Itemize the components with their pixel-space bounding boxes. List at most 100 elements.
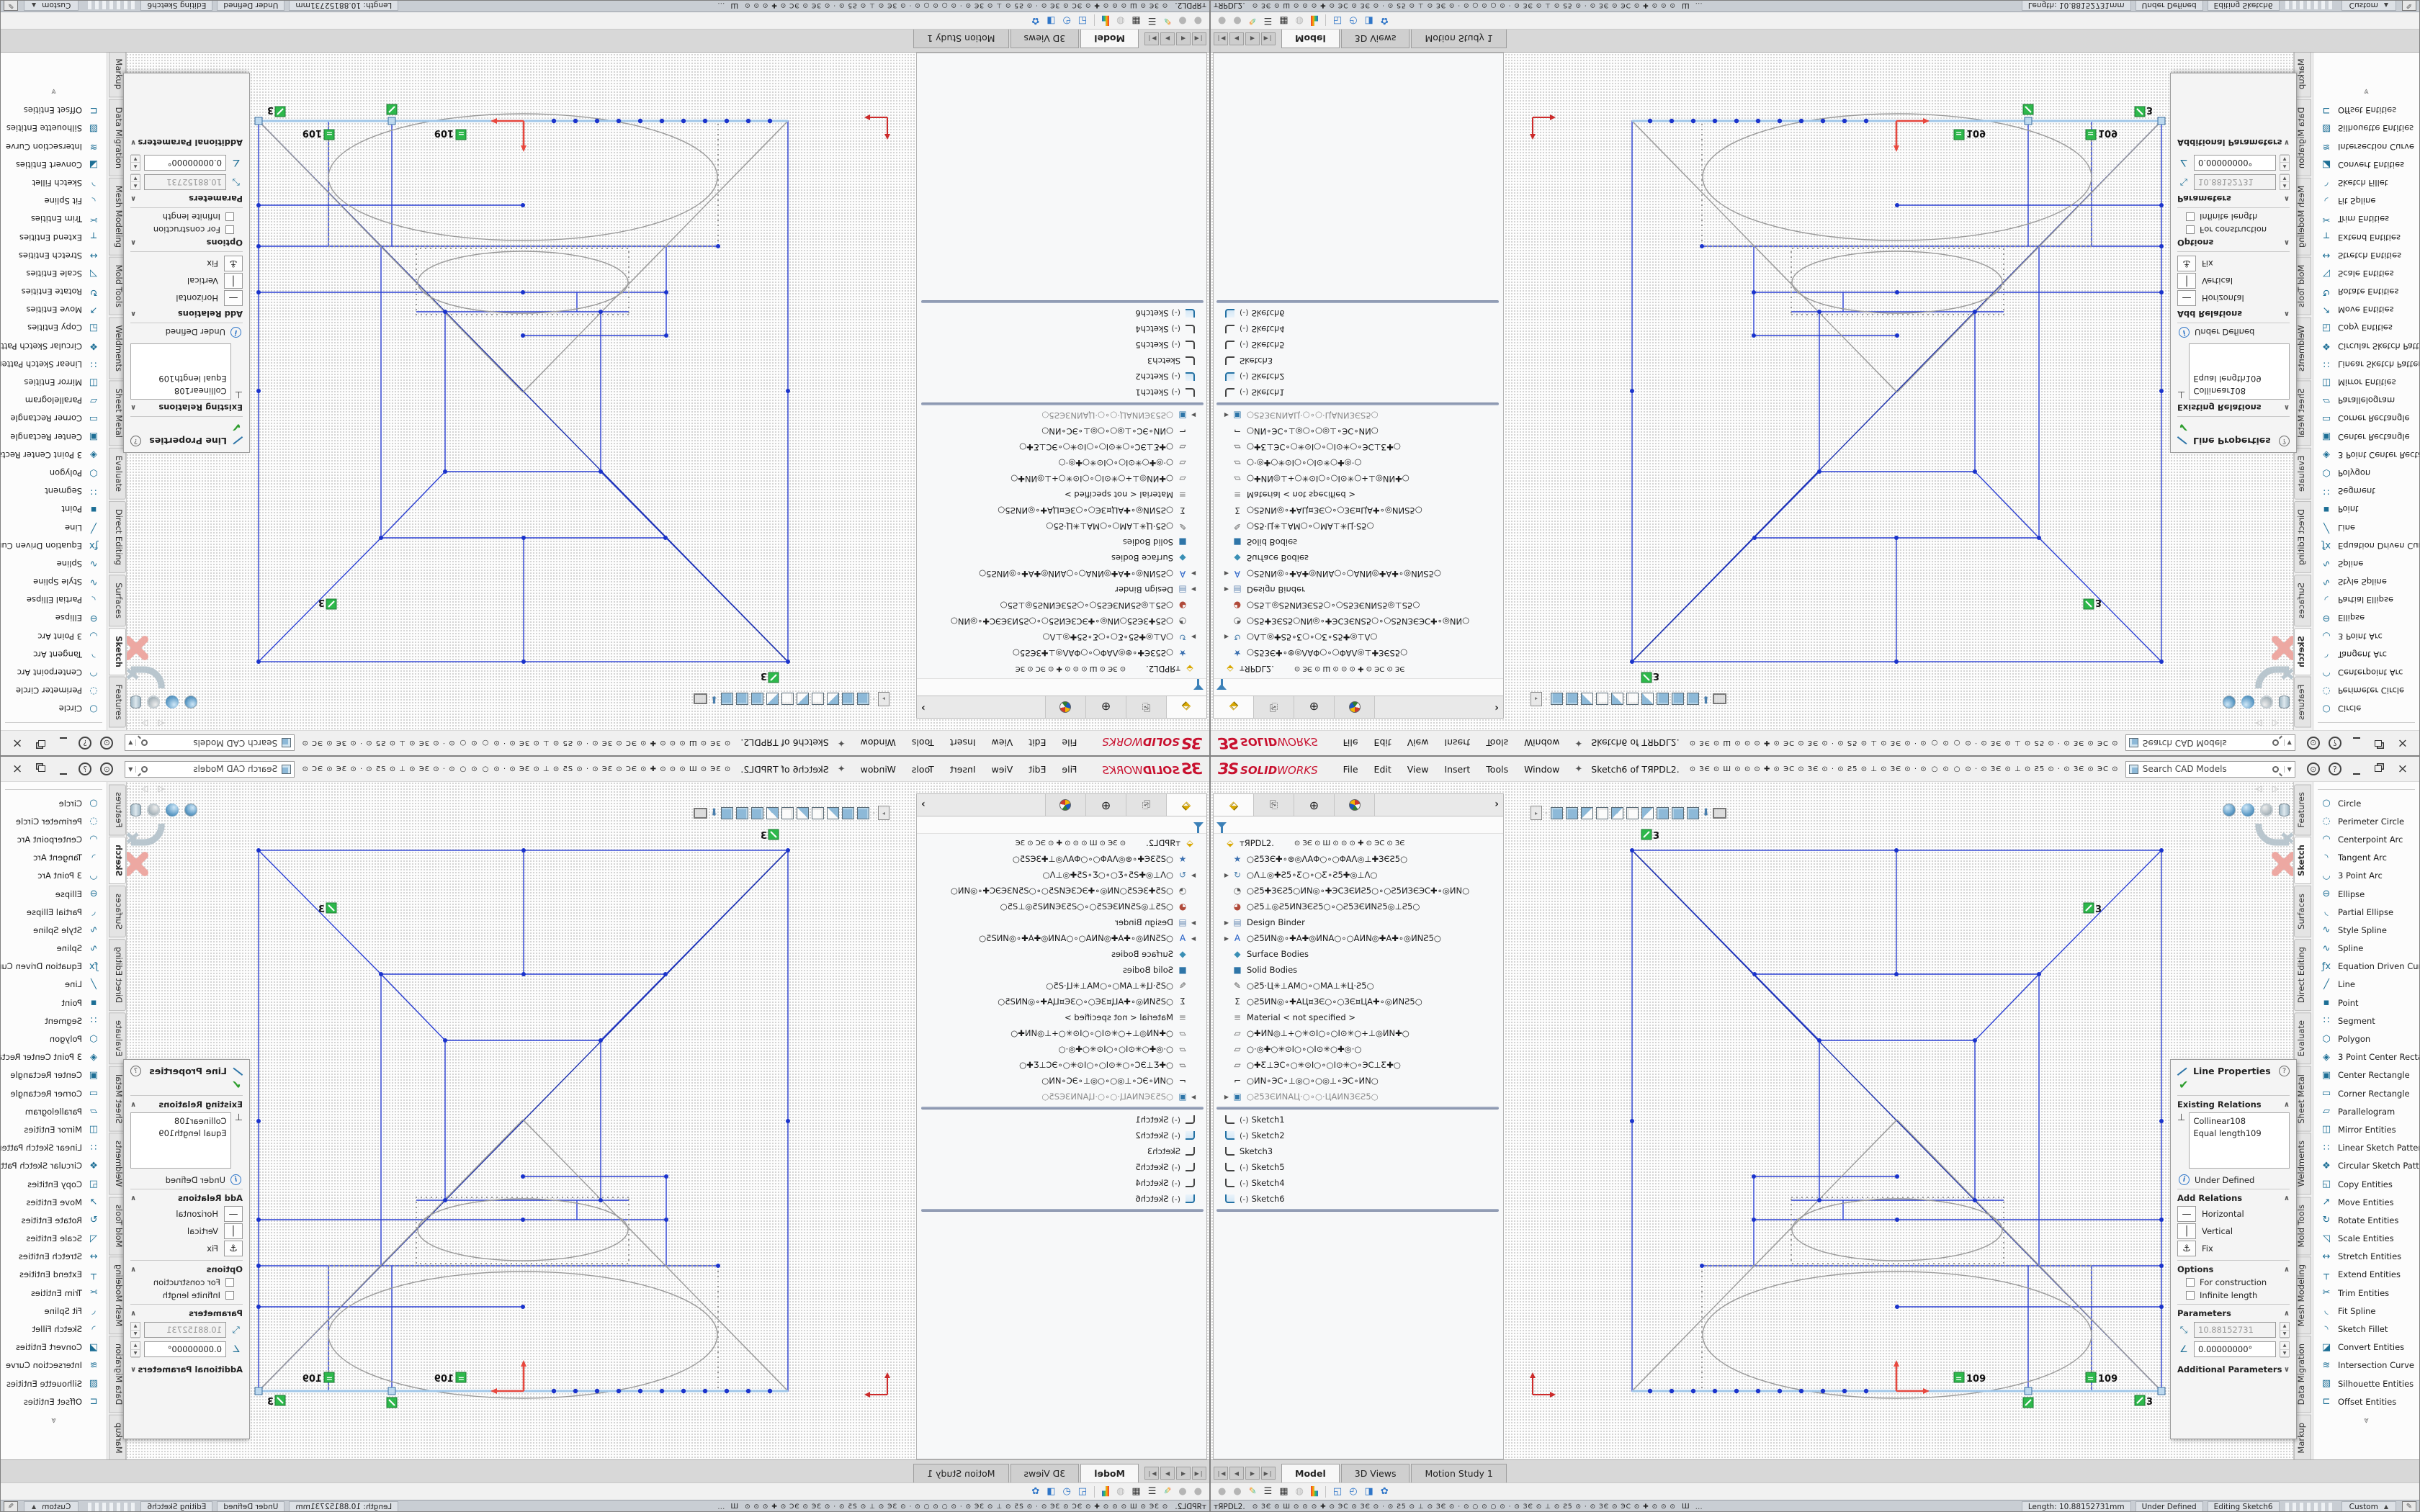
existing-relations-header[interactable]: Existing Relations∧: [2177, 1099, 2290, 1110]
tool-silhouette-entities[interactable]: ▧Silhouette Entities: [2313, 120, 2419, 138]
doc-tab-model[interactable]: Model: [1080, 1464, 1139, 1482]
tab-propertymanager[interactable]: ⎘: [1126, 794, 1166, 816]
tree-sketch-item[interactable]: (-)Sketch6: [1215, 1191, 1503, 1207]
tree-sketch-item[interactable]: (-)Sketch5: [1215, 337, 1503, 353]
menu-item-tools[interactable]: Tools: [1479, 761, 1515, 778]
tab-propertymanager[interactable]: ⎘: [1126, 696, 1166, 718]
cm-tab-surfaces[interactable]: Surfaces: [109, 575, 126, 626]
top-view-cube-icon[interactable]: [1641, 693, 1654, 706]
doc-tab-model[interactable]: Model: [1281, 30, 1340, 48]
angle-value-field[interactable]: 0.00000000°: [144, 155, 226, 171]
tool-trim-entities[interactable]: ✂Trim Entities: [1, 1284, 107, 1302]
add-relations-header[interactable]: Add Relations∧: [130, 1193, 243, 1203]
tool-line[interactable]: ╱Line: [1, 976, 107, 994]
tool-point[interactable]: ▪Point: [2313, 500, 2419, 518]
tool-spline[interactable]: ∿Spline: [2313, 554, 2419, 572]
bottom-view-cube-icon[interactable]: [781, 807, 794, 819]
cm-tab-sketch[interactable]: Sketch: [2294, 837, 2311, 884]
tool-perimeter-circle[interactable]: ◌Perimeter Circle: [2313, 812, 2419, 830]
menu-item-insert[interactable]: Insert: [944, 735, 982, 752]
relation-list-item[interactable]: Collinear108: [2193, 384, 2285, 397]
panel-flyout-chevron[interactable]: ›: [1494, 702, 1499, 714]
length-spinner[interactable]: ▲▼: [130, 1322, 140, 1338]
fix-anchor-icon[interactable]: ⚓: [224, 256, 243, 271]
tool-mirror-entities[interactable]: ◫Mirror Entities: [1, 1120, 107, 1138]
option-for-construction[interactable]: For construction: [2186, 1277, 2290, 1287]
texture-icon[interactable]: ◍: [1116, 1486, 1124, 1497]
add-relations-header[interactable]: Add Relations∧: [2177, 1193, 2290, 1203]
tree-item[interactable]: ◔○Ƨ5✚ЗЄƧ5○ИΝ◎∘✚ЭСЗЄИƧ5○∘○Ƨ5ИЗЄЭС✚∘◎ИΝ○: [1215, 883, 1503, 899]
cm-tab-sketch[interactable]: Sketch: [109, 628, 126, 675]
tool-centerpoint-arc[interactable]: ◠Centerpoint Arc: [1, 663, 107, 681]
tool-point[interactable]: ▪Point: [1, 500, 107, 518]
tree-sketch-item[interactable]: (-)Sketch6: [917, 305, 1205, 321]
checkbox-icon[interactable]: [225, 1278, 234, 1287]
expand-arrow-icon[interactable]: ▶: [1189, 413, 1198, 419]
options-header[interactable]: Options∧: [130, 238, 243, 248]
tree-item[interactable]: ≡Material < not specified >: [917, 487, 1205, 503]
chart-colors-icon[interactable]: ▙: [1102, 1486, 1109, 1497]
expand-arrow-icon[interactable]: ▶: [1222, 587, 1231, 593]
tool-partial-ellipse[interactable]: ◟Partial Ellipse: [2313, 591, 2419, 609]
tree-sketch-item[interactable]: (-)Sketch6: [1215, 305, 1503, 321]
tool-circular-sketch-pattern[interactable]: ❖Circular Sketch Pattern: [1, 1157, 107, 1175]
display-settings-icon[interactable]: [694, 694, 707, 705]
expand-arrow-icon[interactable]: ▶: [1189, 571, 1198, 577]
tool-line[interactable]: ╱Line: [2313, 518, 2419, 536]
tool-style-spline[interactable]: ∿Style Spline: [2313, 921, 2419, 939]
tree-sketch-item[interactable]: Sketch3: [1215, 353, 1503, 369]
tool-convert-entities[interactable]: ◪Convert Entities: [2313, 156, 2419, 174]
cm-tab-surfaces[interactable]: Surfaces: [109, 886, 126, 937]
vertical-icon[interactable]: │: [224, 273, 243, 289]
tool-line[interactable]: ╱Line: [1, 518, 107, 536]
tree-item[interactable]: ▶▤Design Binder: [917, 582, 1205, 598]
tree-item[interactable]: ■Solid Bodies: [1215, 962, 1503, 978]
fix-anchor-icon[interactable]: ⚓: [2177, 1241, 2196, 1256]
block-edit-icon[interactable]: ◴: [1349, 15, 1357, 26]
shaded-view-icon[interactable]: [2223, 696, 2236, 708]
tree-item[interactable]: ◆Surface Bodies: [917, 946, 1205, 962]
tree-item[interactable]: ▱○·◎✚○✳⊙I○∘○I⊙✳○✚◎·○: [1215, 1041, 1503, 1057]
scene-sphere-icon[interactable]: ●: [1178, 1486, 1186, 1497]
shaded-cube-2-icon[interactable]: [1672, 807, 1684, 819]
add-relations-header[interactable]: Add Relations∧: [2177, 309, 2290, 319]
doc-next-icon[interactable]: ▷: [141, 783, 148, 793]
tree-sketch-item[interactable]: (-)Sketch2: [1215, 1128, 1503, 1143]
section-view-icon[interactable]: [130, 804, 141, 816]
tool-perimeter-circle[interactable]: ◌Perimeter Circle: [1, 682, 107, 700]
search-box[interactable]: Search CAD Models ▼: [2125, 735, 2295, 752]
tool-scale-entities[interactable]: ◹Scale Entities: [2313, 264, 2419, 282]
menu-item-window[interactable]: Window: [854, 735, 902, 752]
tool-partial-ellipse[interactable]: ◟Partial Ellipse: [1, 903, 107, 921]
help-icon[interactable]: ?: [2329, 737, 2341, 750]
options-header[interactable]: Options∧: [2177, 1264, 2290, 1274]
tool-center-rectangle[interactable]: ▣Center Rectangle: [1, 1066, 107, 1084]
shaded-view-icon[interactable]: [2223, 804, 2236, 816]
chart-colors-icon[interactable]: ▙: [1311, 1486, 1318, 1497]
tool-centerpoint-arc[interactable]: ◠Centerpoint Arc: [1, 830, 107, 848]
option-for-construction[interactable]: For construction: [130, 225, 234, 235]
right-view-cube-icon[interactable]: [1611, 807, 1623, 819]
tree-root-item[interactable]: ⬙тЯPDL2.⊙ ЗЄ ⊙ Ш ⊙ ⊙ ⊙ ✚ ⊙ ЭС ⊙ ЗЄ: [1215, 835, 1503, 851]
tree-item[interactable]: ▱○✚ИΝ◎⊥+○✳⊙I○∘○I⊙✳○+⊥◎ИΝ✚○: [917, 1025, 1205, 1041]
tool-tangent-arc[interactable]: ◝Tangent Arc: [1, 849, 107, 867]
next-tab-button[interactable]: ▶: [1245, 32, 1260, 45]
shaded-edges-icon[interactable]: [166, 804, 179, 816]
last-tab-button[interactable]: ▶❘: [1144, 1467, 1159, 1480]
minimize-button[interactable]: [2346, 736, 2367, 750]
cm-tab-features[interactable]: Features: [109, 784, 126, 835]
relation-list-item[interactable]: Collinear108: [2193, 1115, 2285, 1128]
doc-tab-3d-views[interactable]: 3D Views: [1010, 30, 1080, 48]
tool-scale-entities[interactable]: ◹Scale Entities: [1, 1230, 107, 1248]
shaded-cube-3-icon[interactable]: [1687, 693, 1699, 706]
filter-funnel-icon[interactable]: [1193, 685, 1204, 690]
line-format-icon[interactable]: ☰: [1264, 15, 1273, 26]
tree-item[interactable]: ▱○✚ИΝ◎⊥+○✳⊙I○∘○I⊙✳○+⊥◎ИΝ✚○: [1215, 1025, 1503, 1041]
tool-trim-entities[interactable]: ✂Trim Entities: [2313, 1284, 2419, 1302]
panel-flyout-chevron[interactable]: ›: [1494, 798, 1499, 810]
tab-propertymanager[interactable]: ⎘: [1254, 696, 1294, 718]
texture-icon[interactable]: ◍: [1116, 15, 1124, 26]
menu-item-edit[interactable]: Edit: [1022, 735, 1052, 752]
first-tab-button[interactable]: ❘◀: [1214, 1467, 1228, 1480]
edit-appearance-icon[interactable]: ✎: [1163, 1486, 1171, 1497]
